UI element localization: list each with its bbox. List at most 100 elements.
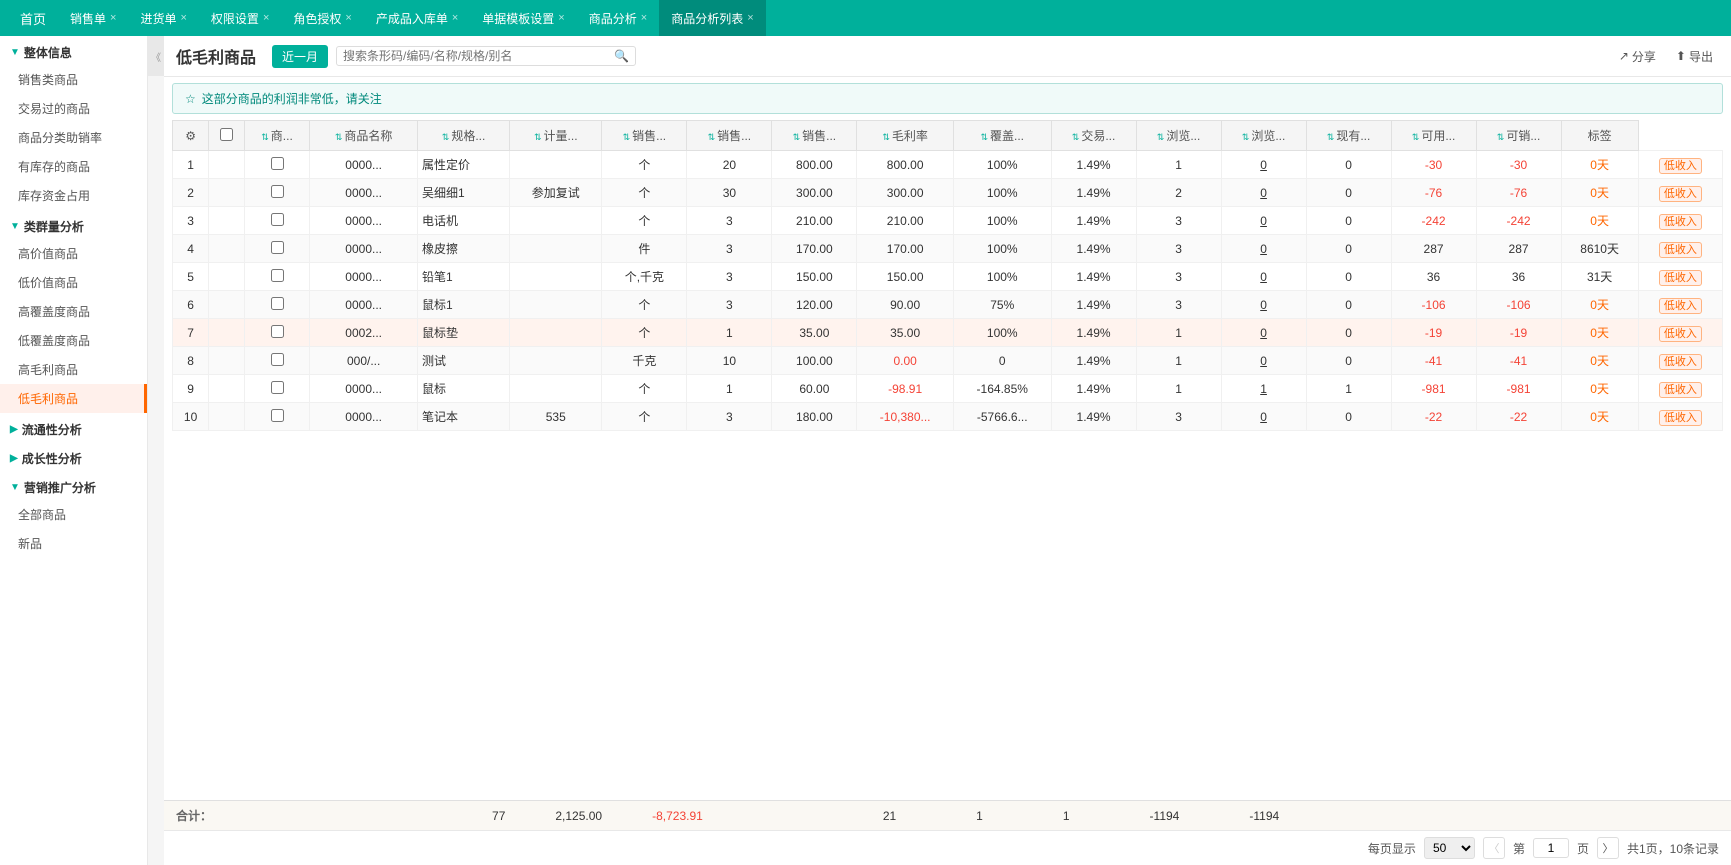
col-sales-amount[interactable]: ⇅销售...	[687, 121, 772, 151]
cell-checkbox	[244, 263, 310, 291]
cell-tag: 低收入	[1638, 207, 1722, 235]
sidebar-item-traded-products[interactable]: 交易过的商品	[0, 94, 147, 123]
nav-template-settings[interactable]: 单据模板设置 ×	[470, 0, 576, 36]
search-icon[interactable]: 🔍	[614, 49, 629, 63]
cell-code: 0002...	[310, 319, 418, 347]
col-browse1[interactable]: ⇅浏览...	[1136, 121, 1221, 151]
cell-unit: 个	[602, 179, 687, 207]
sidebar-item-category-rate[interactable]: 商品分类助销率	[0, 123, 147, 152]
cell-browse1[interactable]: 0	[1221, 179, 1306, 207]
row-checkbox-7[interactable]	[271, 353, 284, 366]
col-gross-margin[interactable]: ⇅毛利率	[857, 121, 954, 151]
col-browse2[interactable]: ⇅浏览...	[1221, 121, 1306, 151]
sidebar-item-capital-usage[interactable]: 库存资金占用	[0, 181, 147, 210]
header-actions: ↗ 分享 ⬆ 导出	[1613, 45, 1719, 68]
sidebar-group-circulation[interactable]: ▶ 流通性分析	[0, 413, 147, 442]
row-checkbox-3[interactable]	[271, 241, 284, 254]
sidebar-item-all-products[interactable]: 全部商品	[0, 500, 147, 529]
nav-product-analysis-list[interactable]: 商品分析列表 ×	[659, 0, 765, 36]
sidebar-item-low-value[interactable]: 低价值商品	[0, 268, 147, 297]
col-trade-count[interactable]: ⇅交易...	[1051, 121, 1136, 151]
close-template-icon[interactable]: ×	[558, 12, 564, 24]
cell-row-num: 6	[173, 291, 209, 319]
nav-product-analysis[interactable]: 商品分析 ×	[577, 0, 659, 36]
page-size-select[interactable]: 50 10 20 100	[1424, 837, 1475, 859]
col-stock-current[interactable]: ⇅现有...	[1306, 121, 1391, 151]
nav-home[interactable]: 首页	[8, 0, 58, 36]
cell-browse1[interactable]: 1	[1221, 375, 1306, 403]
sidebar-item-in-stock[interactable]: 有库存的商品	[0, 152, 147, 181]
close-analysis-list-icon[interactable]: ×	[747, 12, 753, 24]
cell-sales-amount: 180.00	[772, 403, 857, 431]
col-unit[interactable]: ⇅计量...	[510, 121, 602, 151]
sidebar-group-cluster[interactable]: ▼ 类群量分析	[0, 210, 147, 239]
col-name[interactable]: ⇅商品名称	[310, 121, 418, 151]
row-checkbox-4[interactable]	[271, 269, 284, 282]
sidebar-item-sales-products[interactable]: 销售类商品	[0, 65, 147, 94]
close-product-analysis-icon[interactable]: ×	[641, 12, 647, 24]
share-button[interactable]: ↗ 分享	[1613, 45, 1662, 68]
cell-coverage: 1.49%	[1051, 263, 1136, 291]
sidebar-group-growth[interactable]: ▶ 成长性分析	[0, 442, 147, 471]
nav-purchase-order[interactable]: 进货单 ×	[128, 0, 198, 36]
content-area: 低毛利商品 近一月 🔍 ↗ 分享 ⬆ 导出 ☆ 这部分商品的利润非常低，请关注	[164, 36, 1731, 865]
sidebar-group-marketing[interactable]: ▼ 营销推广分析	[0, 471, 147, 500]
col-sellable-days[interactable]: ⇅可销...	[1476, 121, 1561, 151]
cell-name: 鼠标1	[417, 291, 509, 319]
close-purchase-icon[interactable]: ×	[180, 12, 186, 24]
cell-browse1[interactable]: 0	[1221, 403, 1306, 431]
select-all-checkbox[interactable]	[220, 128, 233, 141]
cell-tag: 低收入	[1638, 319, 1722, 347]
close-sales-order-icon[interactable]: ×	[110, 12, 116, 24]
cell-browse1[interactable]: 0	[1221, 151, 1306, 179]
cell-browse1[interactable]: 0	[1221, 207, 1306, 235]
nav-product-inbound[interactable]: 产成品入库单 ×	[364, 0, 470, 36]
close-product-inbound-icon[interactable]: ×	[452, 12, 458, 24]
row-checkbox-9[interactable]	[271, 409, 284, 422]
sidebar-item-low-margin[interactable]: 低毛利商品	[0, 384, 147, 413]
row-checkbox-0[interactable]	[271, 157, 284, 170]
cell-browse1[interactable]: 0	[1221, 291, 1306, 319]
next-page-button[interactable]: 〉	[1597, 837, 1619, 859]
sidebar-collapse-button[interactable]: 《	[148, 36, 164, 76]
sidebar-item-low-coverage[interactable]: 低覆盖度商品	[0, 326, 147, 355]
row-checkbox-2[interactable]	[271, 213, 284, 226]
settings-icon[interactable]: ⚙	[185, 129, 196, 143]
col-settings[interactable]: ⚙	[173, 121, 209, 151]
cell-checkbox	[244, 319, 310, 347]
row-checkbox-6[interactable]	[271, 325, 284, 338]
page-number-input[interactable]	[1533, 838, 1569, 858]
row-checkbox-1[interactable]	[271, 185, 284, 198]
sidebar-group-overall[interactable]: ▼ 整体信息	[0, 36, 147, 65]
sidebar-item-high-value[interactable]: 高价值商品	[0, 239, 147, 268]
top-navigation: 首页 销售单 × 进货单 × 权限设置 × 角色授权 × 产成品入库单 × 单据…	[0, 0, 1731, 36]
search-input[interactable]	[343, 49, 614, 63]
nav-role-auth[interactable]: 角色授权 ×	[281, 0, 363, 36]
close-role-icon[interactable]: ×	[345, 12, 351, 24]
nav-sales-order[interactable]: 销售单 ×	[58, 0, 128, 36]
footer-stock-available: -1194	[1249, 809, 1279, 823]
col-code[interactable]: ⇅商...	[244, 121, 310, 151]
date-filter-button[interactable]: 近一月	[272, 45, 328, 68]
sidebar-item-new-products[interactable]: 新品	[0, 529, 147, 558]
sidebar-item-high-coverage[interactable]: 高覆盖度商品	[0, 297, 147, 326]
nav-permission-settings[interactable]: 权限设置 ×	[199, 0, 281, 36]
row-checkbox-8[interactable]	[271, 381, 284, 394]
col-stock-available[interactable]: ⇅可用...	[1391, 121, 1476, 151]
sidebar: ▼ 整体信息 销售类商品 交易过的商品 商品分类助销率 有库存的商品 库存资金占…	[0, 36, 148, 865]
sidebar-item-high-margin[interactable]: 高毛利商品	[0, 355, 147, 384]
col-coverage[interactable]: ⇅覆盖...	[953, 121, 1051, 151]
cell-browse1[interactable]: 0	[1221, 235, 1306, 263]
cell-browse1[interactable]: 0	[1221, 319, 1306, 347]
close-permission-icon[interactable]: ×	[263, 12, 269, 24]
footer-browse1: 1	[976, 809, 983, 823]
row-checkbox-5[interactable]	[271, 297, 284, 310]
col-sales-qty[interactable]: ⇅销售...	[602, 121, 687, 151]
col-spec[interactable]: ⇅规格...	[417, 121, 509, 151]
cell-browse1[interactable]: 0	[1221, 263, 1306, 291]
export-button[interactable]: ⬆ 导出	[1670, 45, 1719, 68]
col-sales-profit[interactable]: ⇅销售...	[772, 121, 857, 151]
col-tag[interactable]: 标签	[1561, 121, 1638, 151]
prev-page-button[interactable]: 〈	[1483, 837, 1505, 859]
cell-browse1[interactable]: 0	[1221, 347, 1306, 375]
